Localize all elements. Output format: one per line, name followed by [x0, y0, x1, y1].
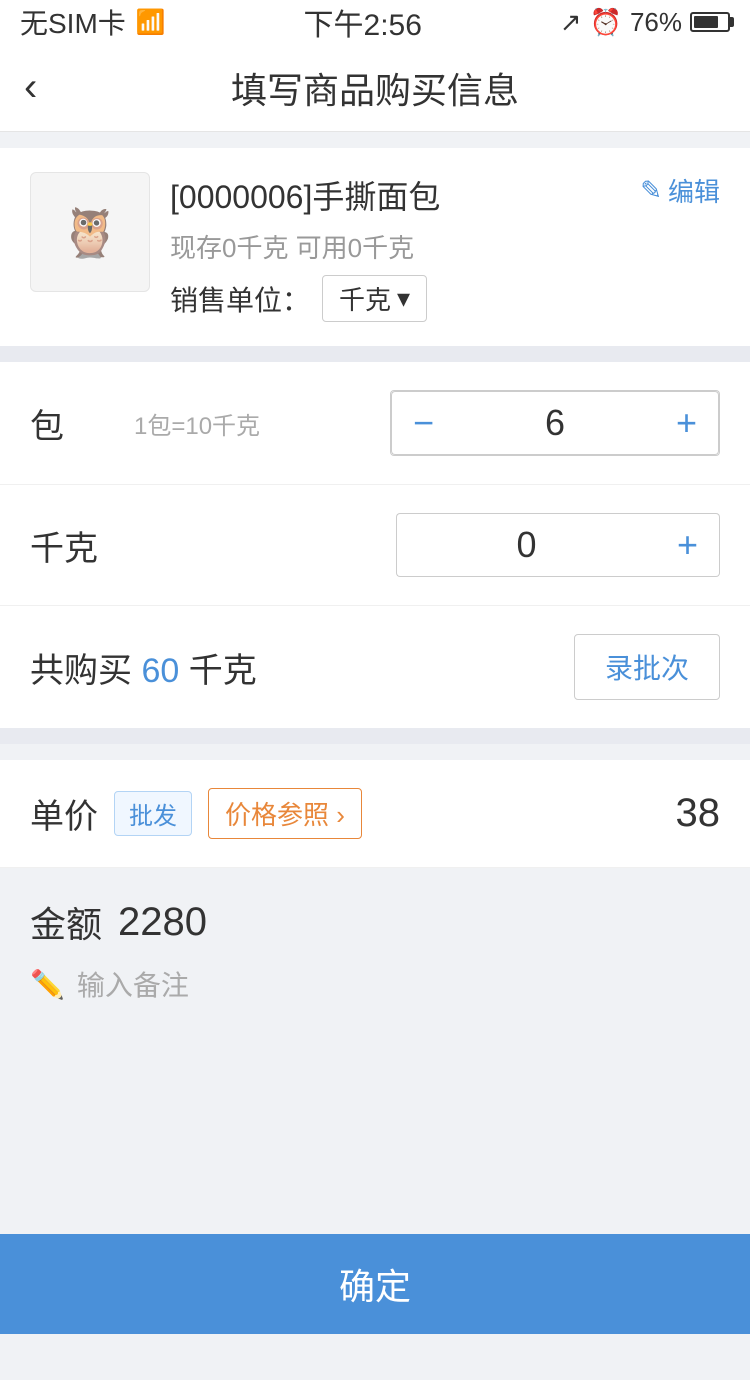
price-label: 单价 [30, 789, 98, 838]
kg-controls: + [396, 513, 720, 577]
product-image: 🦉 [30, 172, 150, 292]
bao-controls: − + [390, 390, 720, 456]
product-actions: ✎ 编辑 [640, 172, 720, 209]
battery-icon [690, 12, 730, 32]
status-bar: 无SIM卡 📶 下午2:56 ↗ ⏰ 76% [0, 0, 750, 44]
kg-label: 千克 [30, 521, 110, 570]
kg-plus-button[interactable]: + [656, 513, 720, 577]
note-placeholder: 输入备注 [77, 964, 189, 1004]
back-button[interactable]: ‹ [24, 65, 37, 110]
amount-value: 2280 [118, 900, 207, 945]
price-tag: 批发 [114, 791, 192, 836]
status-time: 下午2:56 [304, 0, 422, 44]
product-name: [0000006]手撕面包 [170, 172, 620, 218]
total-row: 共购买 60 千克 录批次 [0, 606, 750, 728]
edit-icon: ✎ [640, 175, 662, 206]
product-logo-icon: 🦉 [60, 204, 120, 261]
total-text: 共购买 60 千克 [30, 643, 257, 692]
note-row[interactable]: ✏️ 输入备注 [30, 964, 720, 1020]
unit-select[interactable]: 千克 ▾ [322, 275, 427, 322]
carrier-text: 无SIM卡 [20, 2, 126, 42]
amount-label: 金额 [30, 896, 102, 948]
total-unit: 千克 [189, 652, 257, 690]
bao-row: 包 1包=10千克 − + [0, 362, 750, 485]
bao-section: 包 1包=10千克 − + 千克 + [0, 362, 750, 606]
edit-button[interactable]: ✎ 编辑 [640, 172, 720, 209]
bao-plus-button[interactable]: + [655, 391, 719, 455]
nav-bar: ‹ 填写商品购买信息 [0, 44, 750, 132]
bao-minus-button[interactable]: − [391, 391, 455, 455]
product-unit-row: 销售单位： 千克 ▾ [170, 275, 620, 322]
amount-section: 金额 2280 ✏️ 输入备注 [0, 868, 750, 1030]
amount-row: 金额 2280 [30, 896, 720, 948]
kg-row: 千克 + [0, 485, 750, 606]
batch-button[interactable]: 录批次 [574, 634, 720, 700]
price-section: 单价 批发 价格参照 › 38 [0, 760, 750, 868]
chevron-down-icon: ▾ [397, 283, 410, 314]
bao-input[interactable] [455, 391, 655, 455]
total-amount: 60 [141, 652, 188, 690]
bao-sublabel: 1包=10千克 [134, 406, 260, 441]
total-prefix: 共购买 [30, 652, 132, 690]
price-value: 38 [676, 791, 721, 836]
edit-label: 编辑 [668, 172, 720, 209]
product-stock: 现存0千克 可用0千克 [170, 228, 620, 265]
battery-text: 76% [630, 7, 682, 38]
location-icon: ↗ [560, 7, 582, 38]
confirm-button[interactable]: 确定 [0, 1234, 750, 1334]
status-left: 无SIM卡 📶 [20, 2, 166, 42]
bao-label: 包 [30, 399, 110, 448]
divider-1 [0, 346, 750, 362]
unit-value: 千克 [339, 280, 391, 317]
divider-2 [0, 728, 750, 744]
pencil-icon: ✏️ [30, 968, 65, 1001]
status-right: ↗ ⏰ 76% [560, 7, 730, 38]
unit-label: 销售单位： [170, 279, 310, 319]
product-card: 🦉 [0000006]手撕面包 现存0千克 可用0千克 销售单位： 千克 ▾ ✎… [0, 148, 750, 346]
page-title: 填写商品购买信息 [231, 62, 519, 114]
wifi-icon: 📶 [136, 8, 166, 37]
product-info: [0000006]手撕面包 现存0千克 可用0千克 销售单位： 千克 ▾ [170, 172, 620, 322]
alarm-icon: ⏰ [590, 7, 622, 38]
kg-input[interactable] [396, 513, 656, 577]
price-ref-button[interactable]: 价格参照 › [208, 788, 362, 839]
